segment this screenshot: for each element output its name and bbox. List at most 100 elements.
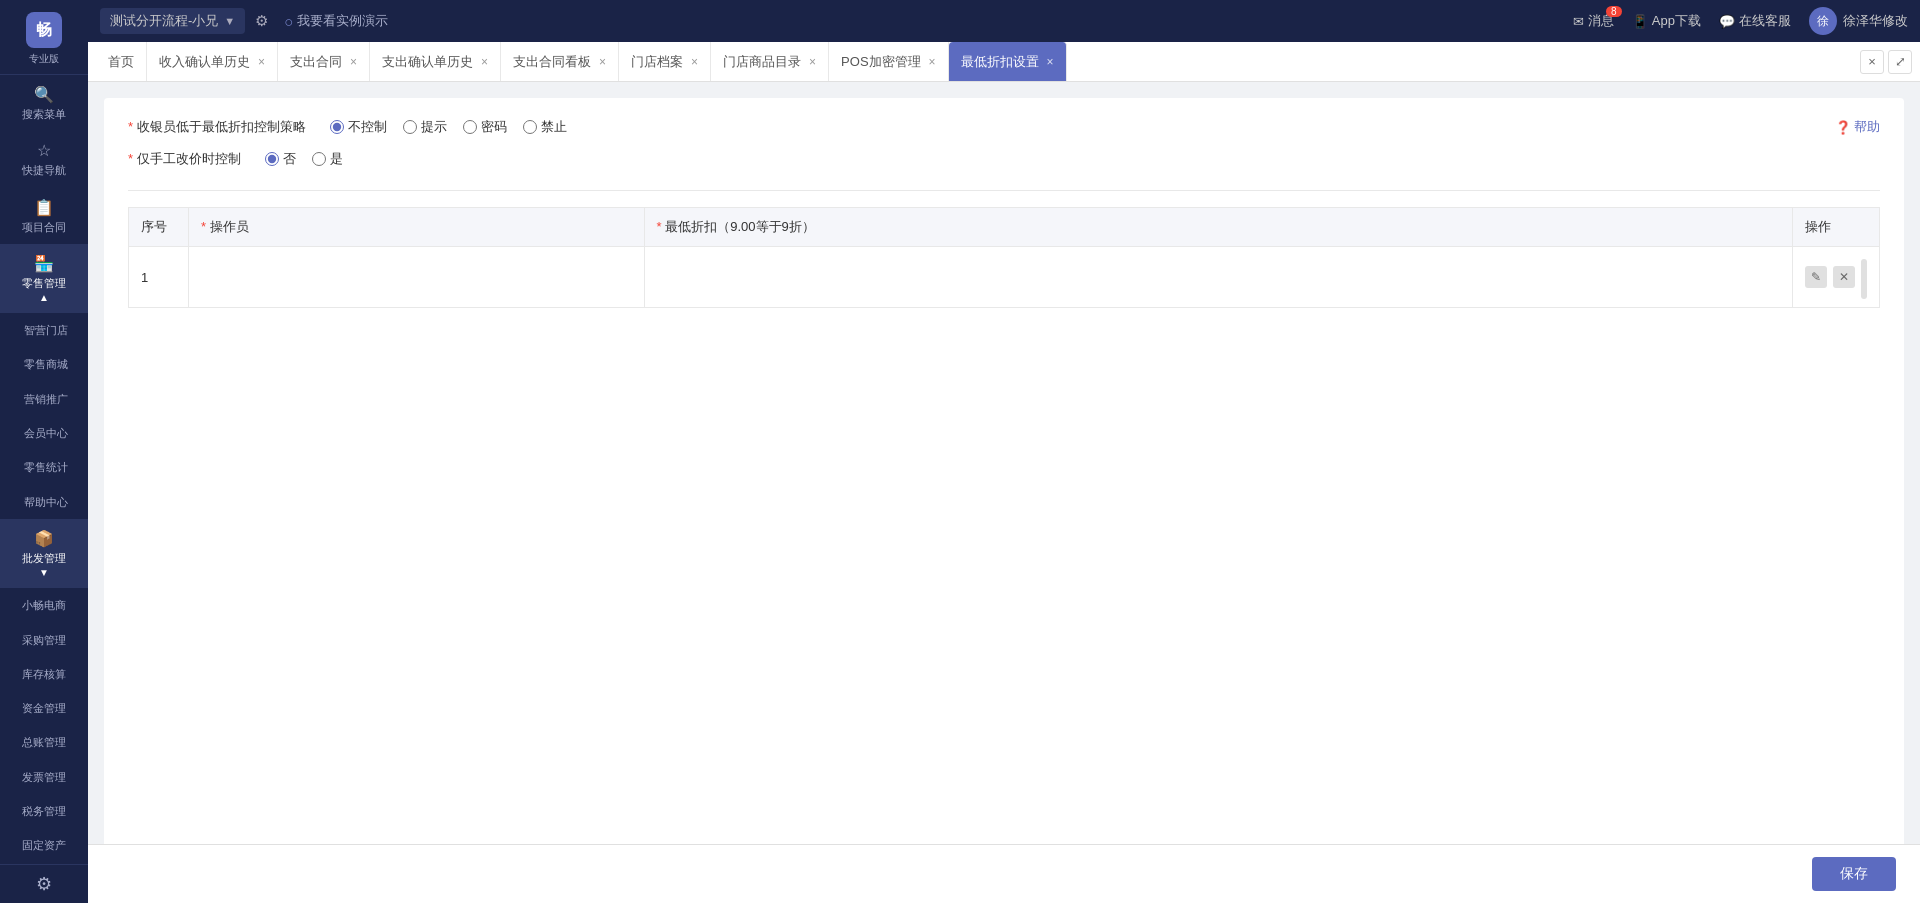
operator-required-mark: * [201, 219, 206, 234]
tab-payment-confirm-close[interactable]: × [481, 56, 488, 68]
edit-icon[interactable]: ✎ [1805, 266, 1827, 288]
sidebar-item-ecommerce[interactable]: 小畅电商 [0, 588, 88, 622]
sidebar-item-smart-store[interactable]: 智营门店 [0, 313, 88, 347]
strategy-password[interactable]: 密码 [463, 118, 507, 136]
app-logo-text: 专业版 [29, 52, 59, 66]
sidebar-nav: 🔍 搜索菜单 ☆ 快捷导航 📋 项目合同 🏪 零售管理 ▲ 智营门店 零售商城 … [0, 75, 88, 864]
manual-no-input[interactable] [265, 152, 279, 166]
tab-close-button[interactable]: × [1860, 50, 1884, 74]
tab-income-confirm-label: 收入确认单历史 [159, 53, 250, 71]
tab-pos-pwd[interactable]: POS加密管理 × [829, 42, 948, 82]
sidebar-item-invoice-label: 发票管理 [22, 770, 66, 784]
app-download-button[interactable]: 📱 App下载 [1632, 12, 1701, 30]
sidebar-item-finance-label: 资金管理 [22, 701, 66, 715]
tab-pos-pwd-close[interactable]: × [929, 56, 936, 68]
strategy-password-label: 密码 [481, 118, 507, 136]
strategy-remind-label: 提示 [421, 118, 447, 136]
content-area: * 收银员低于最低折扣控制策略 不控制 提示 [88, 82, 1920, 903]
message-button[interactable]: ✉ 消息 8 [1573, 12, 1614, 30]
tab-payment-view-close[interactable]: × [599, 56, 606, 68]
tab-income-confirm[interactable]: 收入确认单历史 × [147, 42, 278, 82]
delete-icon[interactable]: ✕ [1833, 266, 1855, 288]
sidebar-item-member-center[interactable]: 会员中心 [0, 416, 88, 450]
sidebar-item-tax[interactable]: 税务管理 [0, 794, 88, 828]
tab-payment-view[interactable]: 支出合同看板 × [501, 42, 619, 82]
manual-yes-input[interactable] [312, 152, 326, 166]
sidebar-item-smart-store-label: 智营门店 [24, 323, 68, 337]
tab-home[interactable]: 首页 [96, 42, 147, 82]
col-header-discount: * 最低折扣（9.00等于9折） [644, 208, 1792, 247]
tab-income-confirm-close[interactable]: × [258, 56, 265, 68]
table-cell-operator [189, 247, 645, 308]
topbar: 测试分开流程-小兄 ▼ ⚙ ○ 我要看实例演示 ✉ 消息 8 📱 App下载 💬… [88, 0, 1920, 42]
tab-store-product-close[interactable]: × [809, 56, 816, 68]
sidebar-item-shortcuts[interactable]: ☆ 快捷导航 [0, 131, 88, 187]
sidebar-item-invoice[interactable]: 发票管理 [0, 760, 88, 794]
tab-min-discount-close[interactable]: × [1047, 56, 1054, 68]
save-button[interactable]: 保存 [1812, 857, 1896, 891]
sidebar-item-inventory[interactable]: 库存核算 [0, 657, 88, 691]
table-cell-discount [644, 247, 1792, 308]
tab-store-file-close[interactable]: × [691, 56, 698, 68]
sidebar-logo: 畅 专业版 [0, 0, 88, 75]
strategy-no-control-input[interactable] [330, 120, 344, 134]
sidebar-item-fixed-assets[interactable]: 固定资产 [0, 828, 88, 862]
strategy-forbid[interactable]: 禁止 [523, 118, 567, 136]
settings-icon[interactable]: ⚙ [36, 873, 52, 895]
sidebar-item-search[interactable]: 🔍 搜索菜单 [0, 75, 88, 131]
tab-store-product[interactable]: 门店商品目录 × [711, 42, 829, 82]
contract-icon: 📋 [34, 198, 54, 217]
app-logo-icon: 畅 [26, 12, 62, 48]
table-header-row: 序号 * 操作员 * 最低折扣（9.00等于9折） 操作 [129, 208, 1880, 247]
help-link[interactable]: ❓ 帮助 [1835, 118, 1880, 136]
sidebar-item-search-label: 搜索菜单 [22, 107, 66, 121]
sidebar-item-assets-label: 固定资产 [22, 838, 66, 852]
manual-price-form-row: * 仅手工改价时控制 否 是 [128, 150, 567, 168]
tab-payment-confirm[interactable]: 支出确认单历史 × [370, 42, 501, 82]
strategy-remind-input[interactable] [403, 120, 417, 134]
sidebar-item-wholesale[interactable]: 📦 批发管理 ▼ [0, 519, 88, 588]
sidebar-item-purchase[interactable]: 采购管理 [0, 623, 88, 657]
project-chevron-icon: ▼ [224, 15, 235, 27]
demo-link[interactable]: ○ 我要看实例演示 [284, 12, 388, 30]
online-service-button[interactable]: 💬 在线客服 [1719, 12, 1791, 30]
sidebar-item-retail-mall[interactable]: 零售商城 [0, 347, 88, 381]
sidebar-item-ledger[interactable]: 总账管理 [0, 725, 88, 759]
sidebar-item-retail-mgmt[interactable]: 🏪 零售管理 ▲ [0, 244, 88, 313]
sidebar-item-wholesale-label: 批发管理 [22, 551, 66, 565]
user-profile[interactable]: 徐 徐泽华修改 [1809, 7, 1908, 35]
table-row: 1 ✎ ✕ [129, 247, 1880, 308]
sidebar-item-retail-mall-label: 零售商城 [24, 357, 68, 371]
main-area: 测试分开流程-小兄 ▼ ⚙ ○ 我要看实例演示 ✉ 消息 8 📱 App下载 💬… [88, 0, 1920, 903]
manual-yes[interactable]: 是 [312, 150, 343, 168]
strategy-remind[interactable]: 提示 [403, 118, 447, 136]
project-selector[interactable]: 测试分开流程-小兄 ▼ [100, 8, 245, 34]
col-header-seq: 序号 [129, 208, 189, 247]
manual-no[interactable]: 否 [265, 150, 296, 168]
topbar-right: ✉ 消息 8 📱 App下载 💬 在线客服 徐 徐泽华修改 [1573, 7, 1908, 35]
avatar: 徐 [1809, 7, 1837, 35]
tab-payment-contract-close[interactable]: × [350, 56, 357, 68]
tab-min-discount[interactable]: 最低折扣设置 × [949, 42, 1067, 82]
sidebar-item-member-label: 会员中心 [24, 426, 68, 440]
tab-payment-view-label: 支出合同看板 [513, 53, 591, 71]
message-badge: 8 [1606, 6, 1622, 17]
demo-label: 我要看实例演示 [297, 12, 388, 30]
star-icon: ☆ [37, 141, 51, 160]
sidebar-item-finance[interactable]: 资金管理 [0, 691, 88, 725]
project-name: 测试分开流程-小兄 [110, 12, 218, 30]
sidebar-item-retail-stats[interactable]: 零售统计 [0, 450, 88, 484]
sidebar-item-project-contract[interactable]: 📋 项目合同 [0, 188, 88, 244]
tab-payment-contract[interactable]: 支出合同 × [278, 42, 370, 82]
strategy-no-control[interactable]: 不控制 [330, 118, 387, 136]
tab-store-file-label: 门店档案 [631, 53, 683, 71]
tabbar-end: × ⤢ [1860, 50, 1912, 74]
sidebar-item-help-center[interactable]: 帮助中心 [0, 485, 88, 519]
tab-expand-button[interactable]: ⤢ [1888, 50, 1912, 74]
tab-store-file[interactable]: 门店档案 × [619, 42, 711, 82]
strategy-password-input[interactable] [463, 120, 477, 134]
topbar-gear-icon[interactable]: ⚙ [255, 12, 268, 30]
scrollbar-track [1861, 259, 1867, 299]
strategy-forbid-input[interactable] [523, 120, 537, 134]
sidebar-item-marketing[interactable]: 营销推广 [0, 382, 88, 416]
